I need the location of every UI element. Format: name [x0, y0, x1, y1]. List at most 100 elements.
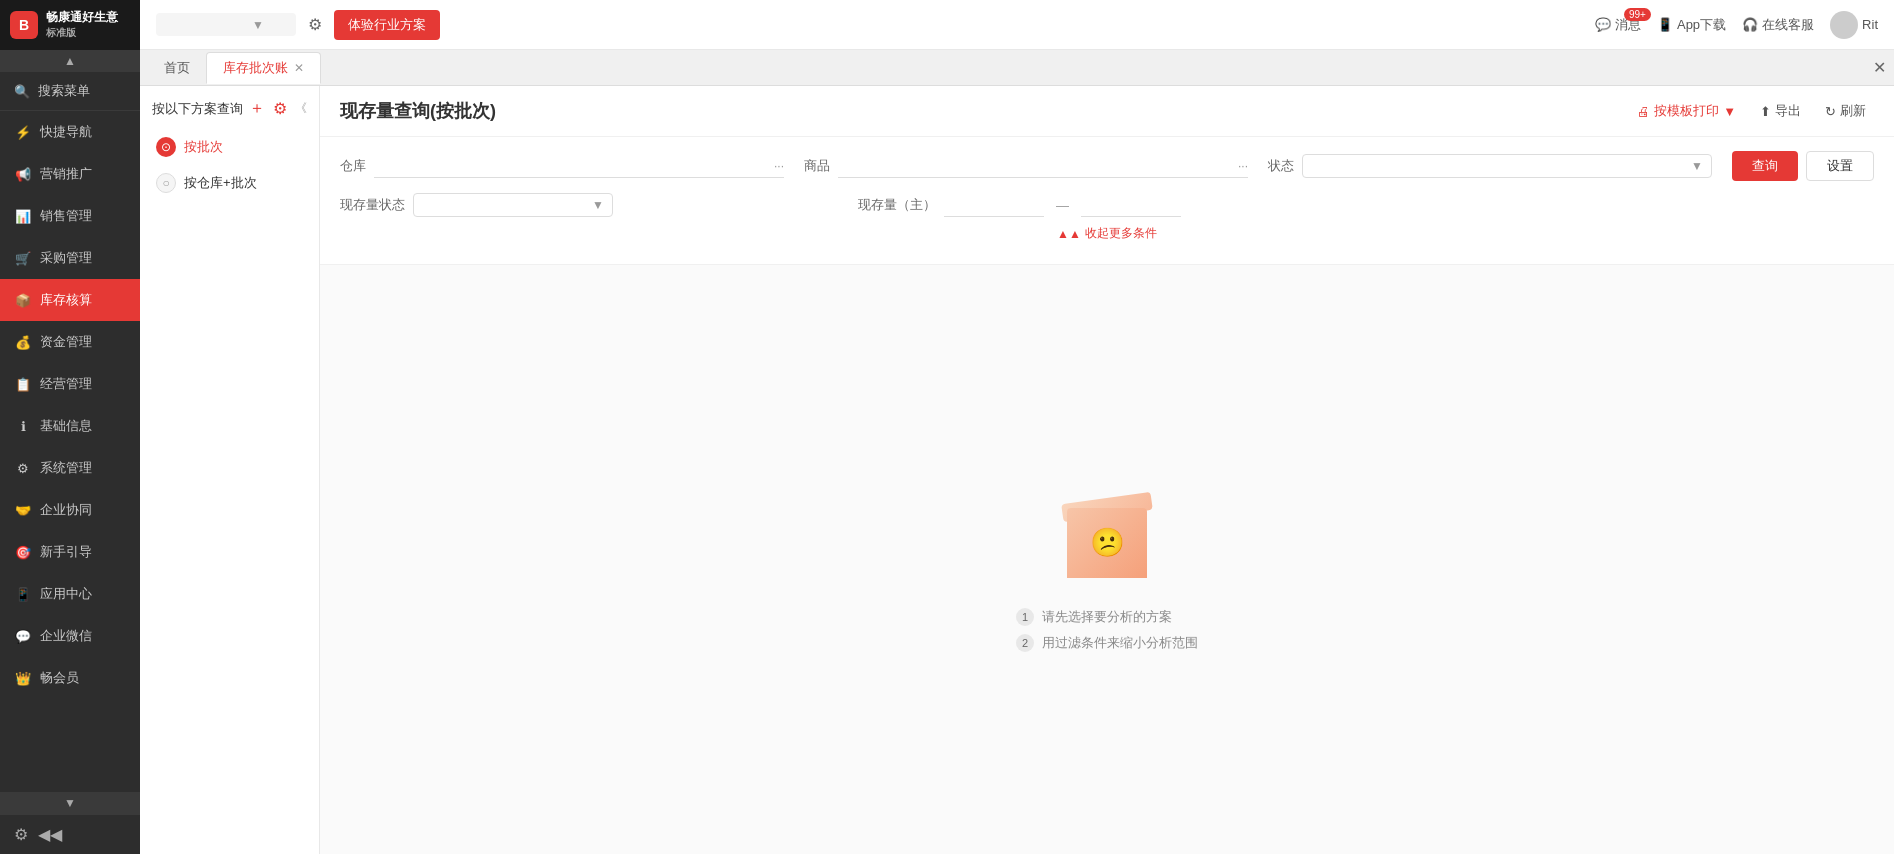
sidebar-search[interactable]: 🔍 搜索菜单 — [0, 72, 140, 111]
tab-batch-account[interactable]: 库存批次账 ✕ — [206, 52, 321, 84]
operations-icon: 📋 — [14, 375, 32, 393]
sidebar-scroll-up[interactable]: ▲ — [0, 50, 140, 72]
inventory-qty-to-input[interactable] — [1081, 197, 1249, 212]
tab-home[interactable]: 首页 — [148, 53, 206, 83]
sidebar-item-basic-info[interactable]: ℹ 基础信息 — [0, 405, 140, 447]
app-logo: B — [10, 11, 38, 39]
page-header-actions: 🖨 按模板打印 ▼ ⬆ 导出 ↻ 刷新 — [1629, 98, 1874, 124]
content-area: 按以下方案查询 ＋ ⚙ 《 ⊙ 按批次 ○ 按仓库+批次 现存量查询(按批次) — [140, 86, 1894, 854]
collapse-panel-icon[interactable]: 《 — [295, 100, 307, 117]
refresh-button[interactable]: ↻ 刷新 — [1817, 98, 1874, 124]
query-button[interactable]: 查询 — [1732, 151, 1798, 181]
sidebar-item-label: 企业协同 — [40, 501, 92, 519]
user-profile-action[interactable]: Rit — [1830, 11, 1878, 39]
left-panel-actions: ＋ ⚙ 《 — [249, 98, 307, 119]
print-button[interactable]: 🖨 按模板打印 ▼ — [1629, 98, 1744, 124]
headset-icon: 🎧 — [1742, 17, 1758, 32]
warehouse-input[interactable] — [374, 158, 770, 173]
inventory-qty-from-wrap[interactable] — [944, 193, 1044, 217]
scheme-batch[interactable]: ⊙ 按批次 — [140, 129, 319, 165]
export-button[interactable]: ⬆ 导出 — [1752, 98, 1809, 124]
sidebar-nav: 🔍 搜索菜单 ⚡ 快捷导航 📢 营销推广 📊 销售管理 🛒 采购管理 📦 库存核… — [0, 72, 140, 792]
sidebar-item-purchase[interactable]: 🛒 采购管理 — [0, 237, 140, 279]
topbar: ▼ ⚙ 体验行业方案 💬 消息 99+ 📱 App下载 🎧 在线客服 Rit — [140, 0, 1894, 50]
data-area: 😕 1 请先选择要分析的方案 2 用过滤条件来缩小分析范围 — [320, 265, 1894, 854]
page-header: 现存量查询(按批次) 🖨 按模板打印 ▼ ⬆ 导出 ↻ 刷新 — [320, 86, 1894, 137]
goods-more-icon[interactable]: ··· — [1238, 159, 1248, 173]
settings-button[interactable]: 设置 — [1806, 151, 1874, 181]
sidebar-item-app-center[interactable]: 📱 应用中心 — [0, 573, 140, 615]
experience-button[interactable]: 体验行业方案 — [334, 10, 440, 40]
sidebar-item-wechat[interactable]: 💬 企业微信 — [0, 615, 140, 657]
print-dropdown-icon[interactable]: ▼ — [1723, 104, 1736, 119]
inventory-status-dropdown-icon: ▼ — [592, 198, 604, 212]
quick-nav-icon: ⚡ — [14, 123, 32, 141]
goods-label: 商品 — [804, 157, 830, 175]
tab-bar: 首页 库存批次账 ✕ ✕ — [140, 50, 1894, 86]
basic-info-icon: ℹ — [14, 417, 32, 435]
print-label: 按模板打印 — [1654, 102, 1719, 120]
inventory-status-label: 现存量状态 — [340, 196, 405, 214]
tab-bar-close-button[interactable]: ✕ — [1873, 58, 1886, 77]
inventory-icon: 📦 — [14, 291, 32, 309]
filter-area: 仓库 ··· 商品 ··· — [320, 137, 1894, 265]
scheme-warehouse-batch[interactable]: ○ 按仓库+批次 — [140, 165, 319, 201]
sidebar-item-marketing[interactable]: 📢 营销推广 — [0, 153, 140, 195]
topbar-gear-icon[interactable]: ⚙ — [308, 15, 322, 34]
sidebar-item-member[interactable]: 👑 畅会员 — [0, 657, 140, 699]
app-center-icon: 📱 — [14, 585, 32, 603]
right-panel: 现存量查询(按批次) 🖨 按模板打印 ▼ ⬆ 导出 ↻ 刷新 — [320, 86, 1894, 854]
footer-settings-icon[interactable]: ⚙ — [14, 825, 28, 844]
sidebar-item-guide[interactable]: 🎯 新手引导 — [0, 531, 140, 573]
sidebar-item-inventory[interactable]: 📦 库存核算 — [0, 279, 140, 321]
tab-batch-label: 库存批次账 — [223, 59, 288, 77]
print-icon: 🖨 — [1637, 104, 1650, 119]
tab-close-icon[interactable]: ✕ — [294, 61, 304, 75]
inventory-qty-to-wrap[interactable] — [1081, 193, 1181, 217]
warehouse-input-wrap[interactable]: ··· — [374, 154, 784, 178]
refresh-icon: ↻ — [1825, 104, 1836, 119]
sidebar-item-system[interactable]: ⚙ 系统管理 — [0, 447, 140, 489]
guide-icon: 🎯 — [14, 543, 32, 561]
left-panel-title: 按以下方案查询 — [152, 100, 243, 118]
settings-scheme-icon[interactable]: ⚙ — [273, 99, 287, 118]
tab-home-label: 首页 — [164, 59, 190, 77]
hint-num-2: 2 — [1016, 634, 1034, 652]
warehouse-more-icon[interactable]: ··· — [774, 159, 784, 173]
enterprise-icon: 🤝 — [14, 501, 32, 519]
status-select[interactable]: ▼ — [1302, 154, 1712, 178]
footer-collapse-icon[interactable]: ◀◀ — [38, 825, 62, 844]
page-title: 现存量查询(按批次) — [340, 99, 496, 123]
sidebar-item-label: 库存核算 — [40, 291, 92, 309]
sidebar-item-quick-nav[interactable]: ⚡ 快捷导航 — [0, 111, 140, 153]
messages-action[interactable]: 💬 消息 99+ — [1595, 16, 1641, 34]
app-info: 畅康通好生意 标准版 — [46, 10, 118, 40]
messages-badge: 99+ — [1624, 8, 1651, 21]
goods-input[interactable] — [838, 158, 1234, 173]
sidebar-item-sales[interactable]: 📊 销售管理 — [0, 195, 140, 237]
add-scheme-icon[interactable]: ＋ — [249, 98, 265, 119]
sidebar-item-label: 销售管理 — [40, 207, 92, 225]
sidebar-scroll-down[interactable]: ▼ — [0, 792, 140, 814]
scheme-batch-icon: ⊙ — [156, 137, 176, 157]
goods-input-wrap[interactable]: ··· — [838, 154, 1248, 178]
app-download-action[interactable]: 📱 App下载 — [1657, 16, 1726, 34]
sidebar-item-operations[interactable]: 📋 经营管理 — [0, 363, 140, 405]
collapse-label: 收起更多条件 — [1085, 225, 1157, 242]
inventory-status-select[interactable]: ▼ — [413, 193, 613, 217]
online-service-action[interactable]: 🎧 在线客服 — [1742, 16, 1814, 34]
purchase-icon: 🛒 — [14, 249, 32, 267]
topbar-dropdown-icon[interactable]: ▼ — [252, 18, 264, 32]
sales-icon: 📊 — [14, 207, 32, 225]
collapse-more-conditions[interactable]: ▲▲ 收起更多条件 — [340, 217, 1874, 250]
online-service-label: 在线客服 — [1762, 16, 1814, 34]
app-company: 畅康通好生意 — [46, 10, 118, 26]
topbar-search-area: ▼ — [156, 13, 296, 36]
left-panel-header: 按以下方案查询 ＋ ⚙ 《 — [140, 98, 319, 129]
sidebar-item-label: 经营管理 — [40, 375, 92, 393]
topbar-search-input[interactable] — [166, 17, 246, 32]
left-panel: 按以下方案查询 ＋ ⚙ 《 ⊙ 按批次 ○ 按仓库+批次 — [140, 86, 320, 854]
sidebar-item-enterprise[interactable]: 🤝 企业协同 — [0, 489, 140, 531]
scheme-warehouse-batch-label: 按仓库+批次 — [184, 174, 257, 192]
sidebar-item-finance[interactable]: 💰 资金管理 — [0, 321, 140, 363]
